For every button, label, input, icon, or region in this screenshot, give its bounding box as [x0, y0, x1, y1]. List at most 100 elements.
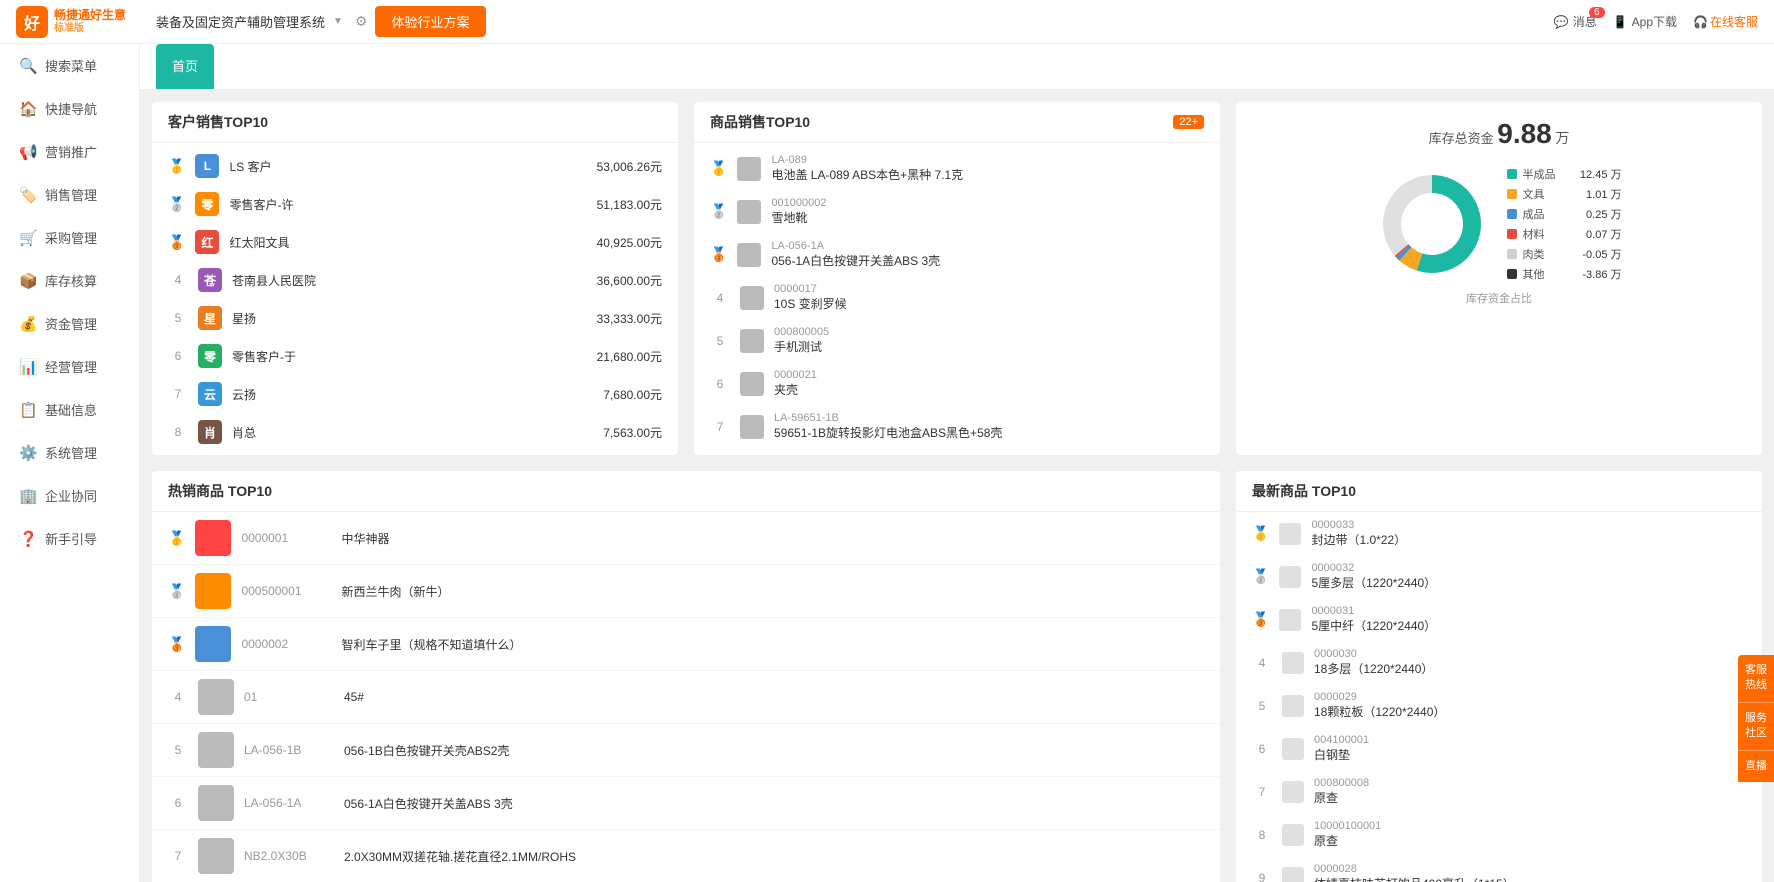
content-area: 首页 客户销售TOP10 🥇 L LS 客户 53,006.26元	[140, 44, 1774, 882]
product-name: 封边带（1.0*22）	[1311, 531, 1406, 548]
hot-products-list: 🥇 0000001 中华神器 🥈 000500001 新西兰牛肉（新牛）	[152, 512, 1220, 882]
table-row: 5 星 星扬 33,333.00元	[152, 299, 678, 337]
customer-name: 零售客户-许	[229, 196, 586, 213]
topbar-right: 💬 消息 6 📱 App下载 🎧 在线客服	[1554, 13, 1758, 30]
list-item: 🥈 000500001 新西兰牛肉（新牛）	[152, 565, 1220, 618]
floating-buttons: 客服热线 服务社区 直播	[1738, 655, 1774, 782]
sidebar-label-search: 搜索菜单	[45, 56, 97, 75]
product-thumb	[198, 785, 234, 821]
message-button[interactable]: 💬 消息 6	[1554, 13, 1597, 30]
product-thumb	[198, 732, 234, 768]
sidebar-label-corp: 企业协同	[45, 486, 97, 505]
latest-products-header: 最新商品 TOP10	[1236, 471, 1762, 512]
legend-value: 0.25 万	[1562, 206, 1622, 222]
topbar: 好 畅捷通好生意 标准版 装备及固定资产辅助管理系统 ▼ ⚙ 体验行业方案 💬 …	[0, 0, 1774, 44]
product-code: 004100001	[1314, 734, 1369, 746]
product-thumb	[1279, 523, 1301, 545]
product-name: 原查	[1314, 832, 1381, 849]
sidebar-item-system[interactable]: ⚙️ 系统管理	[0, 431, 139, 474]
tab-home[interactable]: 首页	[156, 44, 214, 89]
sidebar-item-basic[interactable]: 📋 基础信息	[0, 388, 139, 431]
sidebar-item-purchase[interactable]: 🛒 采购管理	[0, 216, 139, 259]
product-thumb	[1282, 824, 1304, 846]
rank-medal: 🥇	[168, 530, 185, 547]
rank-number: 6	[168, 349, 188, 363]
product-code: 0000001	[241, 531, 331, 545]
product-info: 0000028 体婧嘉枝味苏打饮品400毫升（1*15）	[1314, 863, 1515, 882]
trial-button[interactable]: 体验行业方案	[375, 6, 485, 37]
sidebar-item-nav[interactable]: 🏠 快捷导航	[0, 87, 139, 130]
product-name: 体婧嘉枝味苏打饮品400毫升（1*15）	[1314, 875, 1515, 882]
rank-number: 5	[168, 743, 188, 757]
sidebar-item-sales[interactable]: 🏷️ 销售管理	[0, 173, 139, 216]
product-info: 10000100001 原查	[1314, 820, 1381, 849]
rank-medal: 🥉	[1252, 611, 1269, 628]
product-code: 0000028	[1314, 863, 1515, 875]
legend-item: 材料 0.07 万	[1507, 226, 1622, 242]
list-item: 🥈 0000032 5厘多层（1220*2440）	[1236, 555, 1762, 598]
app-download-button[interactable]: 📱 App下载	[1613, 13, 1677, 30]
customer-hotline-button[interactable]: 客服热线	[1738, 655, 1774, 702]
table-row: 6 零 零售客户-于 21,680.00元	[152, 337, 678, 375]
customer-name: 肖总	[232, 424, 593, 441]
product-code: 0000031	[1311, 605, 1436, 617]
sidebar-item-marketing[interactable]: 📢 营销推广	[0, 130, 139, 173]
table-row: 7 LA-59651-1B 59651-1B旋转投影灯电池盒ABS黑色+58壳	[694, 405, 1220, 448]
latest-products-panel: 最新商品 TOP10 🥇 0000033 封边带（1.0*22）	[1236, 471, 1762, 882]
dropdown-icon[interactable]: ▼	[333, 16, 343, 27]
legend-dot	[1507, 169, 1517, 179]
list-item: 4 01 45#	[152, 671, 1220, 724]
product-code: 01	[244, 690, 334, 704]
legend-dot	[1507, 249, 1517, 259]
sidebar-item-corp[interactable]: 🏢 企业协同	[0, 474, 139, 517]
sidebar-label-management: 经营管理	[45, 357, 97, 376]
product-info: 0000032 5厘多层（1220*2440）	[1311, 562, 1436, 591]
legend-dot	[1507, 189, 1517, 199]
chart-icon: 📊	[19, 358, 37, 376]
table-row: 4 0000017 10S 变刹罗候	[694, 276, 1220, 319]
tag-icon: 🏷️	[19, 186, 37, 204]
legend-label: 半成品	[1523, 166, 1556, 182]
topbar-center: 装备及固定资产辅助管理系统 ▼ ⚙ 体验行业方案	[156, 6, 1554, 37]
sidebar-label-purchase: 采购管理	[45, 228, 97, 247]
product-name: 056-1A白色按键开关盖ABS 3壳	[771, 252, 940, 269]
legend-dot	[1507, 209, 1517, 219]
logo-text: 畅捷通好生意 标准版	[54, 8, 126, 34]
legend-item: 肉类 -0.05 万	[1507, 246, 1622, 262]
gear-icon[interactable]: ⚙	[355, 13, 368, 30]
product-thumb	[195, 573, 231, 609]
online-service-button[interactable]: 🎧 在线客服	[1693, 13, 1758, 30]
sidebar-item-management[interactable]: 📊 经营管理	[0, 345, 139, 388]
customer-value: 33,333.00元	[597, 310, 662, 327]
phone-icon: 📱	[1613, 15, 1628, 29]
product-name: 18多层（1220*2440）	[1314, 660, 1433, 677]
system-name: 装备及固定资产辅助管理系统	[156, 12, 325, 31]
product-info: 001000002 雪地靴	[771, 197, 826, 226]
product-sales-ranking-panel: 商品销售TOP10 22+ 🥇 LA-089 电池盖 LA-089 ABS本色+…	[694, 102, 1220, 455]
sidebar-item-inventory[interactable]: 📦 库存核算	[0, 259, 139, 302]
product-sales-badge: 22+	[1173, 115, 1204, 129]
sidebar-item-finance[interactable]: 💰 资金管理	[0, 302, 139, 345]
product-name: 白钢垫	[1314, 746, 1369, 763]
avatar: 肖	[198, 420, 222, 444]
sidebar-item-search[interactable]: 🔍 搜索菜单	[0, 44, 139, 87]
sidebar-item-guide[interactable]: ❓ 新手引导	[0, 517, 139, 560]
latest-products-title: 最新商品 TOP10	[1252, 481, 1356, 501]
product-name: 45#	[344, 690, 1204, 704]
table-row: 🥇 LA-089 电池盖 LA-089 ABS本色+黑种 7.1克	[694, 147, 1220, 190]
product-info: 000800008 原查	[1314, 777, 1369, 806]
live-stream-button[interactable]: 直播	[1738, 750, 1774, 782]
latest-products-list: 🥇 0000033 封边带（1.0*22） 🥈 0000032	[1236, 512, 1762, 882]
product-name: 10S 变刹罗候	[774, 295, 847, 312]
product-code: 000800005	[774, 326, 829, 338]
customer-value: 40,925.00元	[597, 234, 662, 251]
legend-item: 其他 -3.86 万	[1507, 266, 1622, 282]
logo-line1: 畅捷通好生意	[54, 8, 126, 22]
home-icon: 🏠	[19, 100, 37, 118]
rank-medal-3: 🥉	[168, 234, 185, 251]
product-code: 0000017	[774, 283, 847, 295]
service-community-button[interactable]: 服务社区	[1738, 702, 1774, 750]
product-code: 0000021	[774, 369, 817, 381]
product-code: NB2.0X30B	[244, 849, 334, 863]
legend-label: 其他	[1523, 266, 1545, 282]
